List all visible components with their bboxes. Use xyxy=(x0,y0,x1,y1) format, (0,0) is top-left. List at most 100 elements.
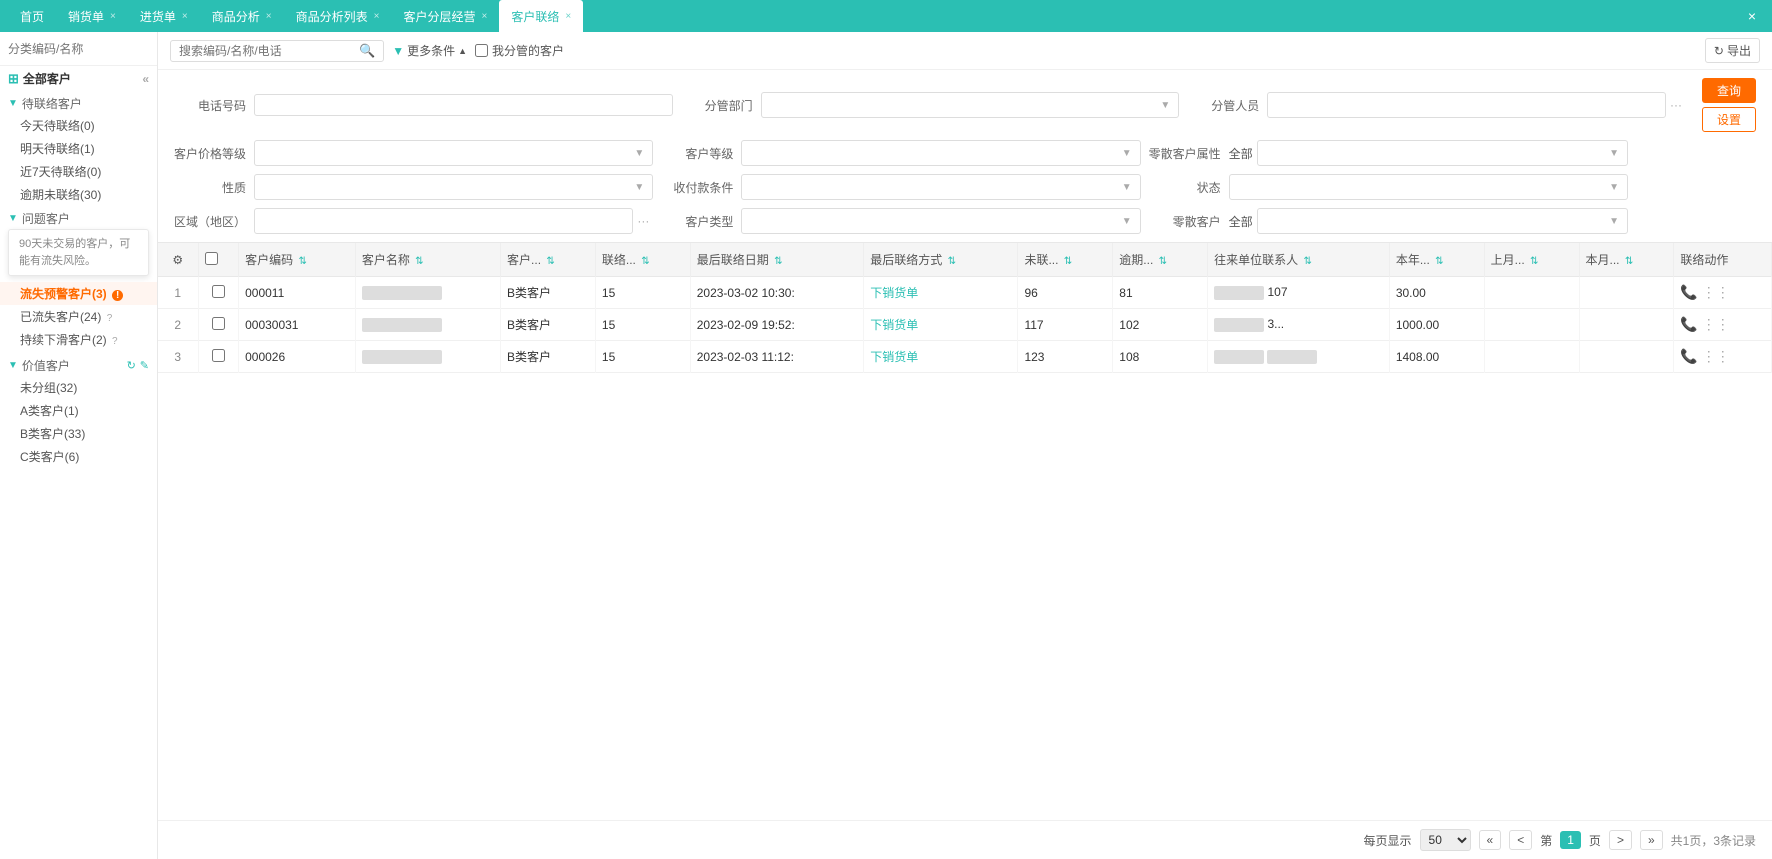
first-page-btn[interactable]: « xyxy=(1479,830,1502,850)
sidebar-item-ungrouped[interactable]: 未分组(32) xyxy=(0,376,157,399)
col-uncontacted[interactable]: 未联... ⇅ xyxy=(1018,243,1113,277)
sidebar-group-problem[interactable]: ▼ 问题客户 xyxy=(0,206,157,229)
last-page-btn[interactable]: » xyxy=(1640,830,1663,850)
sidebar-item-class-c[interactable]: C类客户(6) xyxy=(0,445,157,468)
retail-customer-select[interactable]: ▼ xyxy=(1257,208,1628,234)
payment-select[interactable]: ▼ xyxy=(741,174,1140,200)
value-group-edit-icon[interactable]: ✎ xyxy=(140,359,149,372)
window-close-btn[interactable]: × xyxy=(1740,8,1764,24)
price-grade-select[interactable]: ▼ xyxy=(254,140,653,166)
col-overdue[interactable]: 逾期... ⇅ xyxy=(1113,243,1208,277)
sidebar-item-declining[interactable]: 持续下滑客户(2) ? xyxy=(0,328,157,351)
action-icons-1: 📞 ⋮⋮ xyxy=(1680,284,1765,301)
my-customers-checkbox[interactable] xyxy=(475,44,488,57)
sidebar-group-value[interactable]: ▼ 价值客户 ↻ ✎ xyxy=(0,351,157,376)
settings-icon[interactable]: ⚙ xyxy=(172,253,183,267)
tab-analysis-close[interactable]: × xyxy=(266,11,272,22)
query-btn[interactable]: 查询 xyxy=(1702,78,1756,103)
cell-code-1: 000011 xyxy=(239,277,356,309)
filter-search-wrap: 🔍 xyxy=(170,40,384,62)
action-menu-icon-3[interactable]: ⋮⋮ xyxy=(1702,348,1730,365)
sidebar-item-today[interactable]: 今天待联络(0) xyxy=(0,114,157,137)
dept-select[interactable]: ▼ xyxy=(761,92,1180,118)
churned-help-icon[interactable]: ? xyxy=(107,313,113,324)
collapse-icon[interactable]: « xyxy=(142,72,149,86)
action-call-icon-3[interactable]: 📞 xyxy=(1680,348,1697,365)
tab-purchase[interactable]: 进货单 × xyxy=(128,0,200,32)
tab-sales[interactable]: 销货单 × xyxy=(56,0,128,32)
link-way-1[interactable]: 下销货单 xyxy=(870,286,918,300)
sort-arrows-type: ⇅ xyxy=(546,256,554,267)
grade-select[interactable]: ▼ xyxy=(741,140,1140,166)
tab-customer-contact-close[interactable]: × xyxy=(565,11,571,22)
col-last-month[interactable]: 上月... ⇅ xyxy=(1484,243,1579,277)
settings-btn[interactable]: 设置 xyxy=(1702,107,1756,132)
tab-customer-contact[interactable]: 客户联络 × xyxy=(499,0,583,32)
action-call-icon-2[interactable]: 📞 xyxy=(1680,316,1697,333)
col-last-contact-date[interactable]: 最后联络日期 ⇅ xyxy=(690,243,864,277)
my-customers-label: 我分管的客户 xyxy=(492,42,564,59)
sidebar-item-class-a[interactable]: A类客户(1) xyxy=(0,399,157,422)
col-this-month[interactable]: 本月... ⇅ xyxy=(1579,243,1674,277)
region-select[interactable] xyxy=(254,208,633,234)
region-dots[interactable]: ··· xyxy=(633,214,653,228)
sidebar-item-churned[interactable]: 已流失客户(24) ? xyxy=(0,305,157,328)
status-select[interactable]: ▼ xyxy=(1229,174,1628,200)
prev-page-btn[interactable]: < xyxy=(1509,830,1532,850)
filter-row-2: 客户价格等级 ▼ 客户等级 ▼ 零散客户属性 全部 xyxy=(174,140,1756,166)
nature-select[interactable]: ▼ xyxy=(254,174,653,200)
price-grade-label: 客户价格等级 xyxy=(174,145,246,162)
sidebar-search-input[interactable] xyxy=(8,42,158,56)
tab-sales-close[interactable]: × xyxy=(110,11,116,22)
col-unit-contact[interactable]: 往来单位联系人 ⇅ xyxy=(1208,243,1390,277)
link-way-2[interactable]: 下销货单 xyxy=(870,318,918,332)
my-customers-checkbox-label[interactable]: 我分管的客户 xyxy=(475,42,564,59)
top-nav: 首页 销货单 × 进货单 × 商品分析 × 商品分析列表 × 客户分层经营 × … xyxy=(0,0,1772,32)
filter-field-payment: 收付款条件 ▼ xyxy=(661,174,1140,200)
retail-attr-select[interactable]: ▼ xyxy=(1257,140,1628,166)
col-customer-name[interactable]: 客户名称 ⇅ xyxy=(355,243,500,277)
next-page-btn[interactable]: > xyxy=(1609,830,1632,850)
tab-purchase-close[interactable]: × xyxy=(182,11,188,22)
action-call-icon-1[interactable]: 📞 xyxy=(1680,284,1697,301)
col-customer-type[interactable]: 客户... ⇅ xyxy=(501,243,596,277)
row-1-checkbox[interactable] xyxy=(212,285,225,298)
col-this-year[interactable]: 本年... ⇅ xyxy=(1389,243,1484,277)
sidebar-all-customers[interactable]: ⊞ 全部客户 « xyxy=(0,66,157,91)
declining-help-icon[interactable]: ? xyxy=(112,336,118,347)
tab-home[interactable]: 首页 xyxy=(8,0,56,32)
nature-chevron-icon: ▼ xyxy=(634,182,644,193)
export-btn[interactable]: ↻ 导出 xyxy=(1705,38,1760,63)
col-last-contact-way[interactable]: 最后联络方式 ⇅ xyxy=(864,243,1018,277)
sidebar-item-churn-warning[interactable]: 流失预警客户(3) ! xyxy=(0,282,157,305)
tab-analysis[interactable]: 商品分析 × xyxy=(200,0,284,32)
customer-type-select[interactable]: ▼ xyxy=(741,208,1140,234)
row-2-checkbox[interactable] xyxy=(212,317,225,330)
sidebar-item-tomorrow[interactable]: 明天待联络(1) xyxy=(0,137,157,160)
row-3-checkbox[interactable] xyxy=(212,349,225,362)
person-dots[interactable]: ··· xyxy=(1666,98,1686,112)
sidebar-item-overdue[interactable]: 逾期未联络(30) xyxy=(0,183,157,206)
blurred-unit-3b xyxy=(1267,350,1317,364)
action-menu-icon-1[interactable]: ⋮⋮ xyxy=(1702,284,1730,301)
phone-input[interactable] xyxy=(254,94,673,116)
filter-more-btn[interactable]: ▼ 更多条件 ▲ xyxy=(392,42,467,59)
value-group-refresh-icon[interactable]: ↻ xyxy=(127,359,136,372)
select-all-checkbox[interactable] xyxy=(205,252,218,265)
sidebar-item-7days[interactable]: 近7天待联络(0) xyxy=(0,160,157,183)
tab-analysis-list[interactable]: 商品分析列表 × xyxy=(284,0,392,32)
action-menu-icon-2[interactable]: ⋮⋮ xyxy=(1702,316,1730,333)
tab-customer-segment-close[interactable]: × xyxy=(481,11,487,22)
sidebar-item-class-b[interactable]: B类客户(33) xyxy=(0,422,157,445)
person-select[interactable] xyxy=(1267,92,1666,118)
page-size-select[interactable]: 50 100 200 xyxy=(1420,829,1471,851)
sidebar-group-pending[interactable]: ▼ 待联络客户 xyxy=(0,91,157,114)
link-way-3[interactable]: 下销货单 xyxy=(870,350,918,364)
filter-search-input[interactable] xyxy=(179,44,359,58)
tab-analysis-list-close[interactable]: × xyxy=(374,11,380,22)
col-settings[interactable]: ⚙ xyxy=(158,243,198,277)
filter-search-icon[interactable]: 🔍 xyxy=(359,43,375,59)
tab-customer-segment[interactable]: 客户分层经营 × xyxy=(391,0,499,32)
col-customer-code[interactable]: 客户编码 ⇅ xyxy=(239,243,356,277)
col-contact-count[interactable]: 联络... ⇅ xyxy=(595,243,690,277)
